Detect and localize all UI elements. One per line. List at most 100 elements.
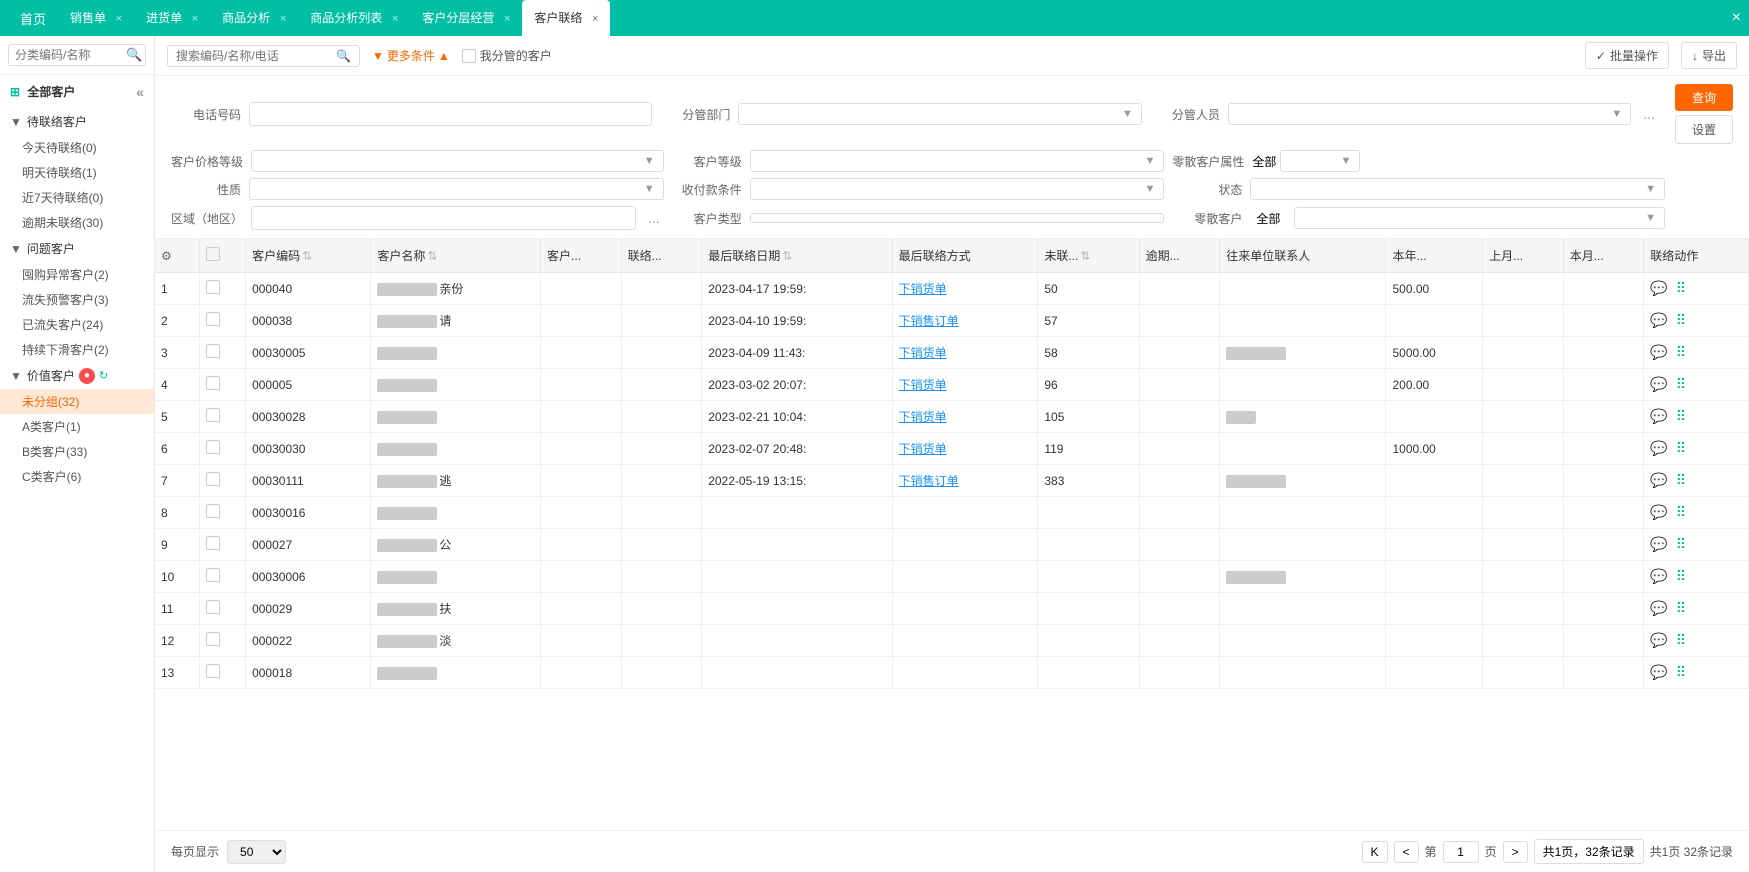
region-dots[interactable]: ... xyxy=(644,210,664,226)
sidebar-problem-section[interactable]: ▼ 问题客户 xyxy=(0,235,154,262)
person-select[interactable]: ▼ xyxy=(1228,103,1631,125)
chat-icon[interactable]: 💬 xyxy=(1650,600,1667,617)
last-method-link[interactable]: 下销货单 xyxy=(899,346,947,360)
main-search-input[interactable] xyxy=(176,49,336,63)
last-method-link[interactable]: 下销货单 xyxy=(899,442,947,456)
nature-select[interactable]: ▼ xyxy=(249,178,664,200)
col-code[interactable]: 客户编码⇅ xyxy=(246,239,371,273)
nav-tab-product-analysis[interactable]: 商品分析 × xyxy=(210,0,298,36)
nav-tab-customer-contact[interactable]: 客户联络 × xyxy=(522,0,610,36)
next-page-button[interactable]: > xyxy=(1503,841,1528,863)
sidebar-pending-section[interactable]: ▼ 待联络客户 xyxy=(0,108,154,135)
more-icon[interactable]: ⠿ xyxy=(1676,280,1686,297)
row-checkbox[interactable] xyxy=(206,600,220,614)
sidebar-item-declining[interactable]: 持续下滑客户(2) xyxy=(0,337,154,362)
nav-tab-product-list[interactable]: 商品分析列表 × xyxy=(298,0,410,36)
more-icon[interactable]: ⠿ xyxy=(1676,472,1686,489)
sidebar-collapse-icon[interactable]: « xyxy=(136,84,144,100)
more-icon[interactable]: ⠿ xyxy=(1676,536,1686,553)
close-tab-product-analysis-icon[interactable]: × xyxy=(280,13,286,25)
last-method-link[interactable]: 下销货单 xyxy=(899,282,947,296)
row-checkbox[interactable] xyxy=(206,664,220,678)
sidebar-value-section[interactable]: ▼ 价值客户 ● ↻ xyxy=(0,362,154,389)
sidebar-item-7days[interactable]: 近7天待联络(0) xyxy=(0,185,154,210)
row-checkbox[interactable] xyxy=(206,568,220,582)
row-checkbox[interactable] xyxy=(206,504,220,518)
close-tab-customer-contact-icon[interactable]: × xyxy=(592,13,598,25)
more-icon[interactable]: ⠿ xyxy=(1676,440,1686,457)
last-method-link[interactable]: 下销售订单 xyxy=(899,474,959,488)
sidebar-item-overdue[interactable]: 逾期未联络(30) xyxy=(0,210,154,235)
retail-select[interactable]: ▼ xyxy=(1294,207,1665,229)
more-icon[interactable]: ⠿ xyxy=(1676,504,1686,521)
reset-button[interactable]: 设置 xyxy=(1675,115,1733,144)
close-tab-customer-tier-icon[interactable]: × xyxy=(504,13,510,25)
sidebar-all-customers[interactable]: ⊞ 全部客户 « xyxy=(0,75,154,108)
chat-icon[interactable]: 💬 xyxy=(1650,536,1667,553)
sidebar-item-class-b[interactable]: B类客户(33) xyxy=(0,439,154,464)
row-checkbox[interactable] xyxy=(206,408,220,422)
chat-icon[interactable]: 💬 xyxy=(1650,376,1667,393)
select-all-checkbox[interactable] xyxy=(206,247,220,261)
col-last-date[interactable]: 最后联络日期⇅ xyxy=(702,239,892,273)
sidebar-item-today[interactable]: 今天待联络(0) xyxy=(0,135,154,160)
sidebar-item-churned[interactable]: 已流失客户(24) xyxy=(0,312,154,337)
customer-type-select[interactable] xyxy=(750,213,1165,223)
last-method-link[interactable]: 下销售订单 xyxy=(899,314,959,328)
last-page-button[interactable]: 共1页，32条记录 xyxy=(1534,839,1644,864)
chat-icon[interactable]: 💬 xyxy=(1650,568,1667,585)
sidebar-item-hoarding[interactable]: 囤购异常客户(2) xyxy=(0,262,154,287)
row-checkbox[interactable] xyxy=(206,280,220,294)
batch-operation-button[interactable]: ✓ 批量操作 xyxy=(1585,42,1669,69)
export-button[interactable]: ↓ 导出 xyxy=(1681,42,1737,69)
sidebar-item-tomorrow[interactable]: 明天待联络(1) xyxy=(0,160,154,185)
chat-icon[interactable]: 💬 xyxy=(1650,408,1667,425)
more-icon[interactable]: ⠿ xyxy=(1676,632,1686,649)
more-icon[interactable]: ⠿ xyxy=(1676,312,1686,329)
chat-icon[interactable]: 💬 xyxy=(1650,632,1667,649)
sidebar-item-class-c[interactable]: C类客户(6) xyxy=(0,464,154,489)
settings-icon[interactable]: ⚙ xyxy=(161,249,172,263)
first-page-button[interactable]: K xyxy=(1362,841,1388,863)
row-checkbox[interactable] xyxy=(206,632,220,646)
close-tab-purchase-icon[interactable]: × xyxy=(192,13,198,25)
sidebar-item-churn-warning[interactable]: 流失预警客户(3) xyxy=(0,287,154,312)
refresh-icon[interactable]: ↻ xyxy=(99,369,108,382)
customer-level-select[interactable]: ▼ xyxy=(750,150,1165,172)
per-page-select[interactable]: 50 100 xyxy=(227,840,286,864)
sidebar-item-ungroup[interactable]: 未分组(32) xyxy=(0,389,154,414)
more-icon[interactable]: ⠿ xyxy=(1676,664,1686,681)
filter-more-dots[interactable]: ... xyxy=(1639,106,1659,122)
my-customers-check-icon[interactable] xyxy=(462,49,476,63)
close-tab-sales-icon[interactable]: × xyxy=(116,13,122,25)
main-search-icon[interactable]: 🔍 xyxy=(336,49,351,63)
nav-tab-purchase[interactable]: 进货单 × xyxy=(134,0,210,36)
more-icon[interactable]: ⠿ xyxy=(1676,376,1686,393)
chat-icon[interactable]: 💬 xyxy=(1650,504,1667,521)
chat-icon[interactable]: 💬 xyxy=(1650,664,1667,681)
row-checkbox[interactable] xyxy=(206,472,220,486)
sidebar-search-icon[interactable]: 🔍 xyxy=(126,47,142,63)
row-checkbox[interactable] xyxy=(206,312,220,326)
row-checkbox[interactable] xyxy=(206,440,220,454)
chat-icon[interactable]: 💬 xyxy=(1650,312,1667,329)
nav-tab-customer-tier[interactable]: 客户分层经营 × xyxy=(410,0,522,36)
more-icon[interactable]: ⠿ xyxy=(1676,408,1686,425)
query-button[interactable]: 查询 xyxy=(1675,84,1733,111)
price-level-select[interactable]: ▼ xyxy=(251,150,664,172)
payment-select[interactable]: ▼ xyxy=(750,178,1165,200)
retail-attr-select[interactable]: ▼ xyxy=(1280,150,1360,172)
row-checkbox[interactable] xyxy=(206,376,220,390)
region-input[interactable] xyxy=(251,206,636,230)
chat-icon[interactable]: 💬 xyxy=(1650,344,1667,361)
my-customers-checkbox[interactable]: 我分管的客户 xyxy=(462,47,552,64)
more-icon[interactable]: ⠿ xyxy=(1676,600,1686,617)
more-icon[interactable]: ⠿ xyxy=(1676,568,1686,585)
nav-home[interactable]: 首页 xyxy=(8,9,58,28)
dept-select[interactable]: ▼ xyxy=(738,103,1141,125)
last-method-link[interactable]: 下销货单 xyxy=(899,410,947,424)
prev-page-button[interactable]: < xyxy=(1394,841,1419,863)
nav-tab-sales[interactable]: 销售单 × xyxy=(58,0,134,36)
chat-icon[interactable]: 💬 xyxy=(1650,472,1667,489)
close-tab-product-list-icon[interactable]: × xyxy=(392,13,398,25)
